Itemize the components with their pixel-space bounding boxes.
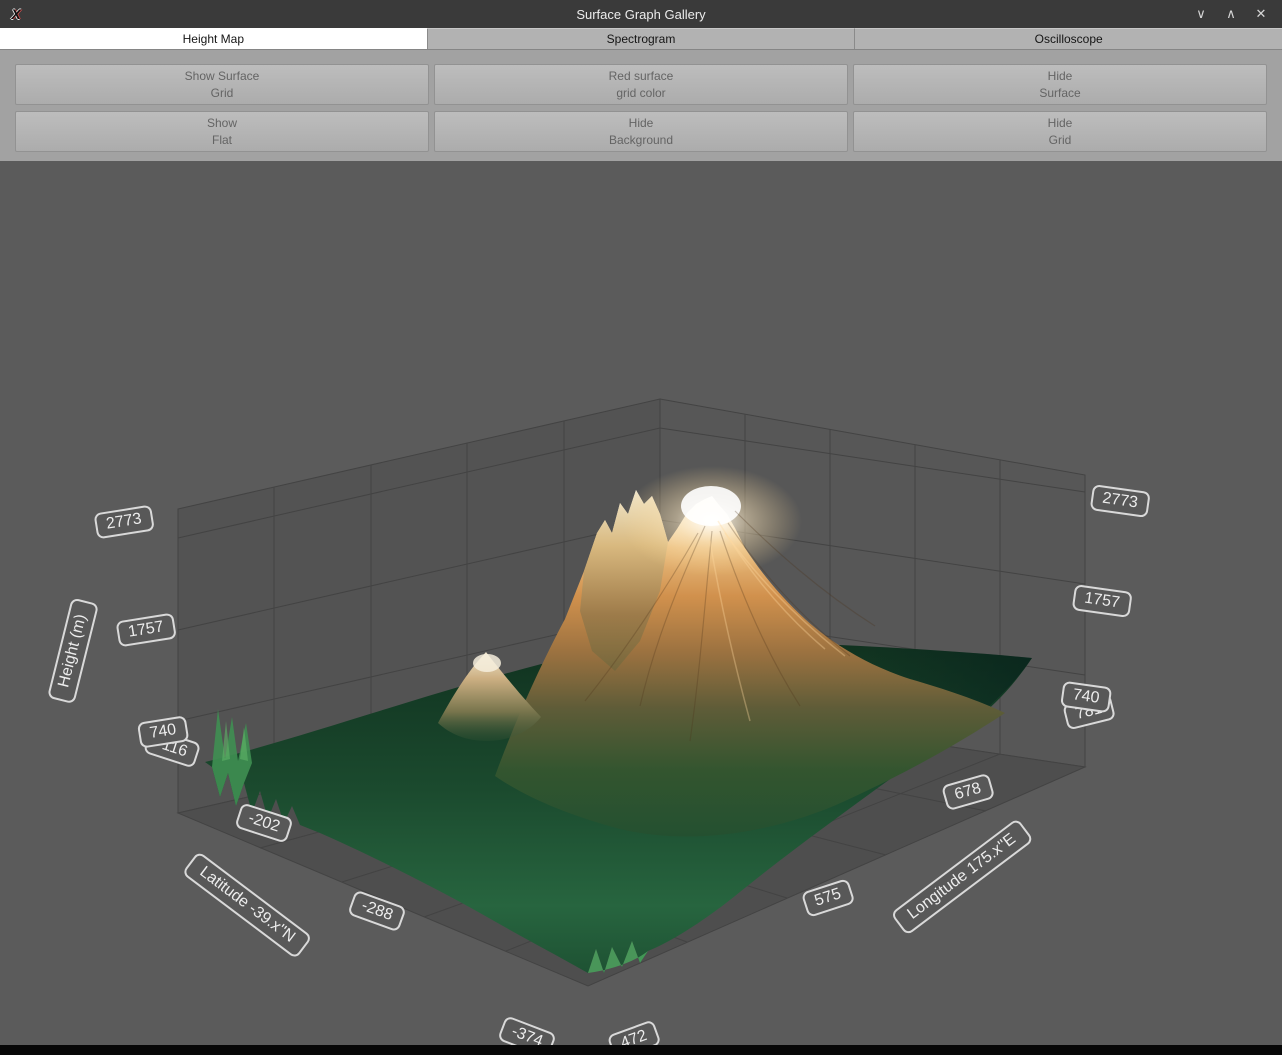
titlebar: X Surface Graph Gallery ∨ ∧ ✕ — [0, 0, 1282, 28]
button-label: Hide — [1048, 68, 1073, 85]
button-label: Red surface — [609, 68, 674, 85]
button-label: Hide — [629, 115, 654, 132]
hide-background-button[interactable]: Hide Background — [434, 111, 848, 152]
show-surface-grid-button[interactable]: Show Surface Grid — [15, 64, 429, 105]
tab-height-map[interactable]: Height Map — [0, 28, 428, 49]
tab-spectrogram[interactable]: Spectrogram — [428, 28, 856, 49]
button-label: Hide — [1048, 115, 1073, 132]
show-flat-button[interactable]: Show Flat — [15, 111, 429, 152]
button-label: Grid — [211, 85, 234, 102]
window-title: Surface Graph Gallery — [0, 7, 1282, 22]
shade-icon[interactable]: ∨ — [1194, 6, 1208, 22]
hide-grid-button[interactable]: Hide Grid — [853, 111, 1267, 152]
hide-surface-button[interactable]: Hide Surface — [853, 64, 1267, 105]
surface-plot-view[interactable]: 781 678 575 472 Longitude 175.x''E -116 … — [0, 161, 1282, 1045]
button-label: grid color — [616, 85, 665, 102]
app-icon: X — [7, 5, 25, 23]
red-surface-grid-color-button[interactable]: Red surface grid color — [434, 64, 848, 105]
button-label: Show — [207, 115, 237, 132]
button-label: Grid — [1049, 132, 1072, 149]
tab-bar: Height Map Spectrogram Oscilloscope — [0, 28, 1282, 50]
close-icon[interactable]: ✕ — [1254, 6, 1268, 22]
button-label: Flat — [212, 132, 232, 149]
button-label: Show Surface — [185, 68, 260, 85]
control-panel: Show Surface Grid Red surface grid color… — [0, 50, 1282, 161]
button-label: Background — [609, 132, 673, 149]
maximize-icon[interactable]: ∧ — [1224, 6, 1238, 22]
bottom-strip — [0, 1045, 1282, 1055]
button-label: Surface — [1039, 85, 1080, 102]
tab-oscilloscope[interactable]: Oscilloscope — [855, 28, 1282, 49]
window-controls: ∨ ∧ ✕ — [1194, 6, 1282, 22]
